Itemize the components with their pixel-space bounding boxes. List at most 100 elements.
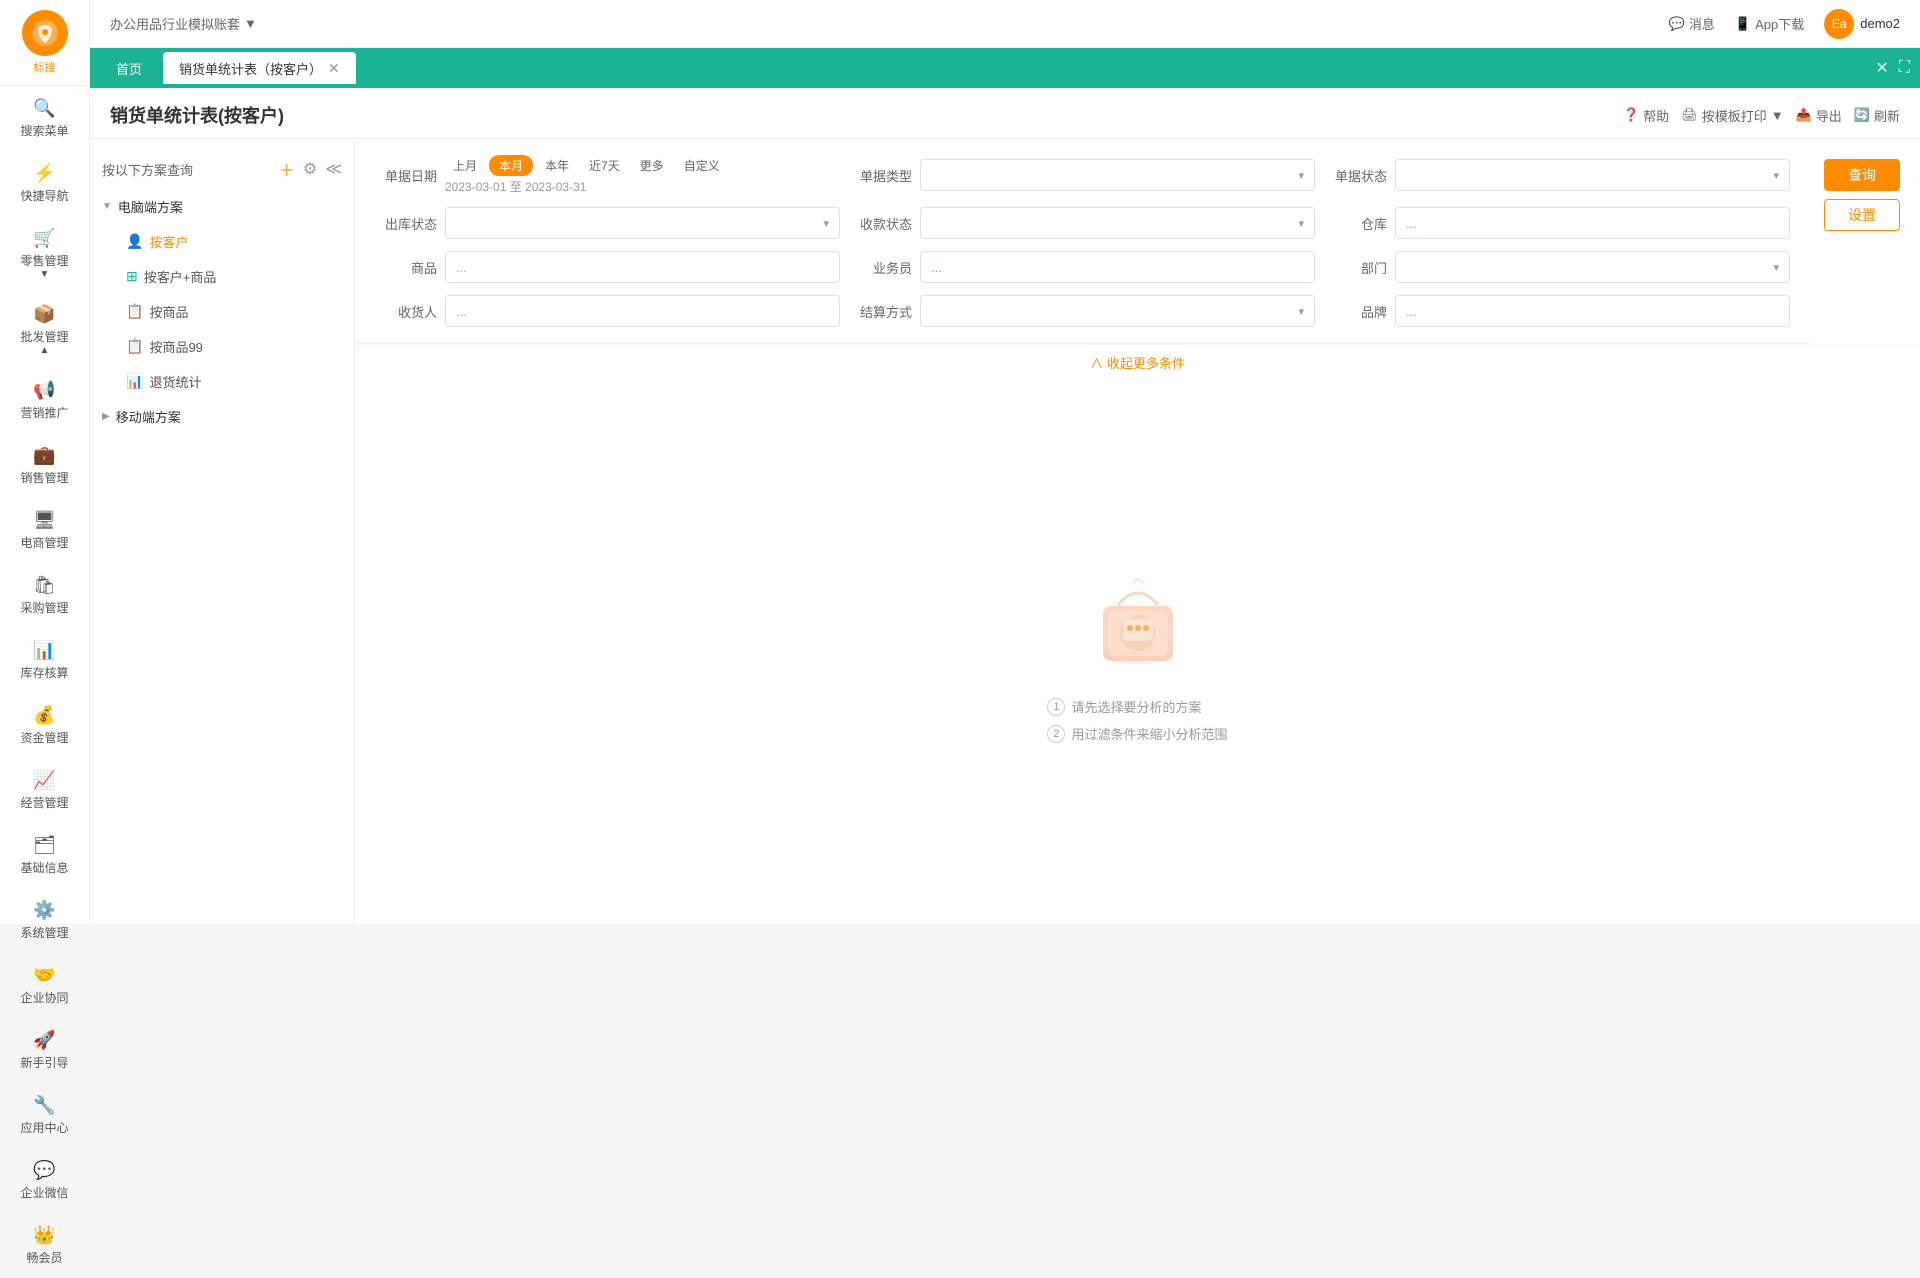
sidebar-item-search[interactable]: 🔍 搜索菜单 — [0, 86, 89, 151]
warehouse-select[interactable]: ... — [1395, 207, 1790, 239]
help-button[interactable]: ❓ 帮助 — [1623, 106, 1669, 125]
tab-close-all-icon[interactable]: ✕ — [1875, 58, 1888, 78]
scheme-item-by-goods[interactable]: 📋 按商品 — [90, 294, 354, 329]
scheme-category-mobile[interactable]: ▶ 移动端方案 — [90, 399, 354, 434]
tab-home[interactable]: 首页 — [100, 52, 158, 84]
status-label: 单据状态 — [1325, 166, 1395, 185]
refresh-icon: 🔄 — [1854, 107, 1870, 123]
date-tab-7days[interactable]: 近7天 — [581, 155, 628, 176]
empty-tips: 1 请先选择要分析的方案 2 用过滤条件来缩小分析范围 — [1047, 697, 1227, 743]
tab-sales-stat[interactable]: 销货单统计表（按客户） ✕ — [163, 52, 356, 84]
date-tab-prev-month[interactable]: 上月 — [445, 155, 485, 176]
header-left: 办公用品行业模拟账套 ▼ — [110, 14, 257, 33]
empty-tip-2: 2 用过滤条件来缩小分析范围 — [1047, 724, 1227, 743]
status-select[interactable]: ▾ — [1395, 159, 1790, 191]
type-select[interactable]: ▾ — [920, 159, 1315, 191]
header-right: 💬 消息 📱 App下载 Ea demo2 — [1669, 9, 1900, 39]
date-tab-custom[interactable]: 自定义 — [676, 155, 728, 176]
scheme-item-by-customer-goods[interactable]: ⊞ 按客户+商品 — [90, 259, 354, 294]
settings-button[interactable]: 设置 — [1824, 199, 1900, 231]
filter-receipt-status: 收款状态 ▾ — [850, 207, 1315, 239]
dept-chevron: ▾ — [1773, 261, 1779, 274]
sidebar-item-wechat[interactable]: 💬 企业微信 — [0, 1148, 89, 1213]
sidebar-item-system[interactable]: ⚙️ 系统管理 — [0, 888, 89, 953]
staff-select[interactable]: ... — [920, 251, 1315, 283]
dept-select[interactable]: ▾ — [1395, 251, 1790, 283]
receiver-select[interactable]: ... — [445, 295, 840, 327]
scheme-item-by-goods-99[interactable]: 📋 按商品99 — [90, 329, 354, 364]
page-title: 销货单统计表(按客户) — [110, 102, 284, 128]
page-actions: ❓ 帮助 🖨 按模板打印 ▼ 📤 导出 🔄 刷新 — [1623, 106, 1900, 125]
filter-wrapper: 单据日期 上月 本月 本年 近7天 更多 自定义 — [355, 139, 1920, 344]
message-label: 消息 — [1689, 14, 1715, 33]
date-tab-this-year[interactable]: 本年 — [537, 155, 577, 176]
print-button[interactable]: 🖨 按模板打印 ▼ — [1681, 106, 1783, 125]
refresh-button[interactable]: 🔄 刷新 — [1854, 106, 1900, 125]
wechat-icon: 💬 — [33, 1160, 55, 1181]
filter-out-status: 出库状态 ▾ — [375, 207, 840, 239]
sidebar-item-sales[interactable]: 💼 销售管理 — [0, 433, 89, 498]
out-status-select[interactable]: ▾ — [445, 207, 840, 239]
goods-select[interactable]: ... — [445, 251, 840, 283]
sidebar-item-quick-nav[interactable]: ⚡ 快捷导航 — [0, 151, 89, 216]
purchase-icon: 🛍 — [33, 575, 56, 596]
type-label: 单据类型 — [850, 166, 920, 185]
sidebar-item-enterprise[interactable]: 🤝 企业协同 — [0, 953, 89, 1018]
app-selector[interactable]: 办公用品行业模拟账套 ▼ — [110, 14, 257, 33]
user-profile[interactable]: Ea demo2 — [1824, 9, 1900, 39]
settings-scheme-icon[interactable]: ⚙ — [303, 159, 317, 179]
date-filter-control: 上月 本月 本年 近7天 更多 自定义 2023-03-01 至 2023-03… — [445, 155, 840, 195]
brand-select[interactable]: ... — [1395, 295, 1790, 327]
scheme-item-return-stat[interactable]: 📊 退货统计 — [90, 364, 354, 399]
sidebar: 标搜 🔍 搜索菜单 ⚡ 快捷导航 🛒 零售管理 ▼ 📦 批发管理 ▲ 📢 营销推… — [0, 0, 90, 924]
sidebar-item-operation[interactable]: 📈 经营管理 — [0, 758, 89, 823]
filter-row-4: 收货人 ... 结算方式 ▾ — [375, 295, 1790, 327]
scheme-item-by-customer[interactable]: 👤 按客户 — [90, 224, 354, 259]
sidebar-item-retail[interactable]: 🛒 零售管理 ▼ — [0, 216, 89, 292]
scheme-group-mobile: ▶ 移动端方案 — [90, 399, 354, 434]
avatar: Ea — [1824, 9, 1854, 39]
filter-staff: 业务员 ... — [850, 251, 1315, 283]
content-body: 按以下方案查询 ＋ ⚙ ≪ ▼ 电脑端方案 👤 按客户 — [90, 139, 1920, 924]
filter-brand: 品牌 ... — [1325, 295, 1790, 327]
export-button[interactable]: 📤 导出 — [1796, 106, 1842, 125]
filter-goods: 商品 ... — [375, 251, 840, 283]
sidebar-item-marketing[interactable]: 📢 营销推广 — [0, 368, 89, 433]
tab-sales-label: 销货单统计表（按客户） — [179, 59, 322, 78]
collapse-panel-icon[interactable]: ≪ — [325, 159, 342, 179]
settlement-select[interactable]: ▾ — [920, 295, 1315, 327]
date-tab-this-month[interactable]: 本月 — [489, 155, 533, 176]
sidebar-item-apps[interactable]: 🔧 应用中心 — [0, 1083, 89, 1148]
tab-close-icon[interactable]: ✕ — [328, 61, 340, 75]
receipt-status-label: 收款状态 — [850, 214, 920, 233]
message-button[interactable]: 💬 消息 — [1669, 14, 1715, 33]
sidebar-item-finance[interactable]: 💰 资金管理 — [0, 693, 89, 758]
sidebar-item-basic[interactable]: 🗂 基础信息 — [0, 823, 89, 888]
download-icon: 📱 — [1735, 16, 1751, 32]
app-title: 办公用品行业模拟账套 — [110, 14, 240, 33]
tip-label-2: 用过滤条件来缩小分析范围 — [1071, 724, 1227, 743]
query-button[interactable]: 查询 — [1824, 159, 1900, 191]
sidebar-item-ecom[interactable]: 🖥 电商管理 — [0, 498, 89, 563]
goods-label: 商品 — [375, 258, 445, 277]
receipt-status-select[interactable]: ▾ — [920, 207, 1315, 239]
sidebar-item-newbie[interactable]: 🚀 新手引导 — [0, 1018, 89, 1083]
filter-type-item: 单据类型 ▾ — [850, 155, 1315, 195]
date-tab-more[interactable]: 更多 — [632, 155, 672, 176]
top-header: 办公用品行业模拟账套 ▼ 💬 消息 📱 App下载 Ea demo2 — [90, 0, 1920, 48]
tab-maximize-icon[interactable]: ⛶ — [1899, 59, 1910, 77]
scheme-category-desktop[interactable]: ▼ 电脑端方案 — [90, 189, 354, 224]
sidebar-item-inventory[interactable]: 📊 库存核算 — [0, 628, 89, 693]
finance-icon: 💰 — [33, 705, 55, 726]
empty-illustration — [1078, 561, 1198, 681]
settlement-chevron: ▾ — [1298, 305, 1304, 318]
sidebar-item-member[interactable]: 👑 畅会员 — [0, 1213, 89, 1278]
app-download-button[interactable]: 📱 App下载 — [1735, 14, 1804, 33]
tip-label-1: 请先选择要分析的方案 — [1071, 697, 1201, 716]
add-scheme-button[interactable]: ＋ — [279, 157, 295, 181]
collapse-bar[interactable]: ∧ 收起更多条件 — [355, 344, 1920, 380]
sidebar-item-wholesale[interactable]: 📦 批发管理 ▲ — [0, 292, 89, 368]
tab-bar: 首页 销货单统计表（按客户） ✕ ✕ ⛶ — [90, 48, 1920, 88]
logo-icon — [22, 10, 68, 56]
sidebar-item-purchase[interactable]: 🛍 采购管理 — [0, 563, 89, 628]
